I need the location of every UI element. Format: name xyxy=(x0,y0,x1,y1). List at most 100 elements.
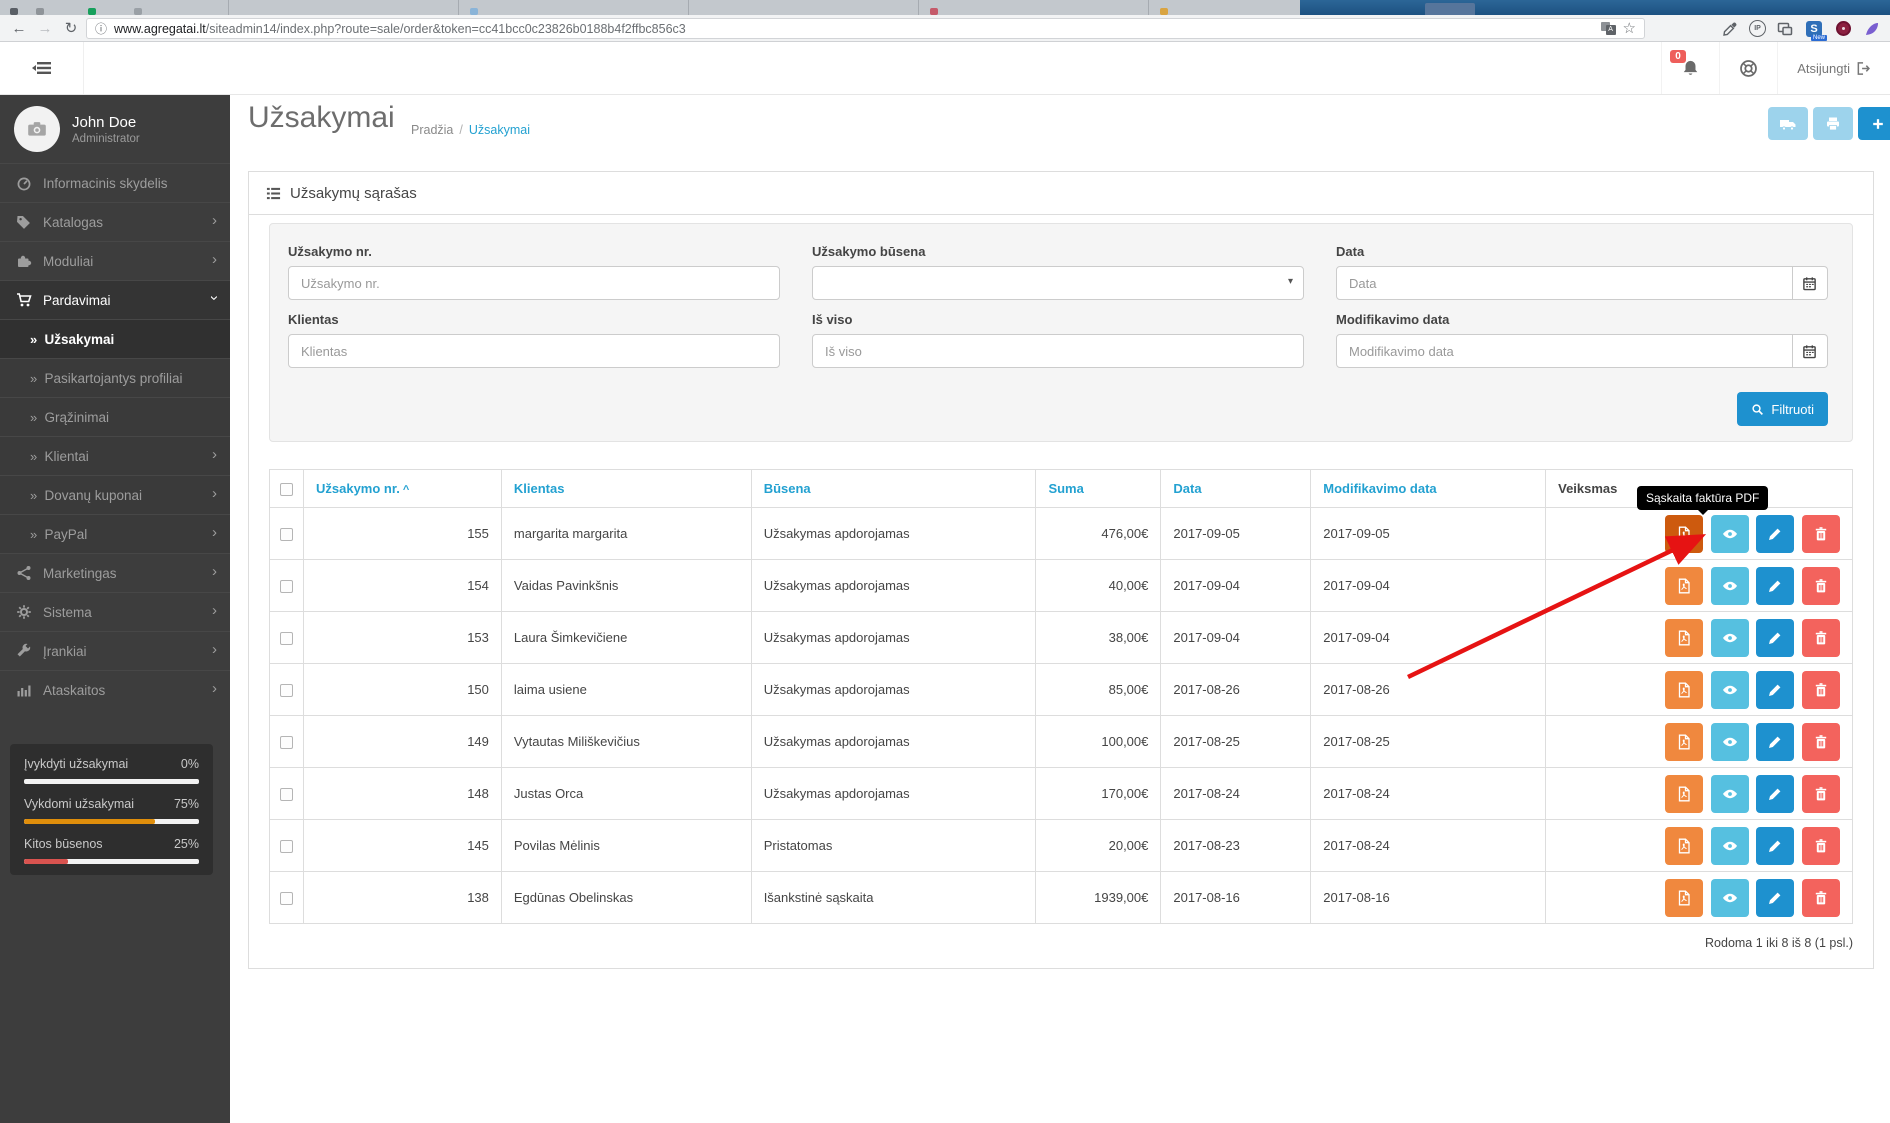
row-checkbox[interactable] xyxy=(280,892,293,906)
view-order-button[interactable] xyxy=(1710,826,1749,865)
notifications-button[interactable]: 0 xyxy=(1661,42,1719,94)
row-checkbox[interactable] xyxy=(280,684,293,698)
date-calendar-button[interactable] xyxy=(1792,266,1828,300)
view-order-button[interactable] xyxy=(1710,566,1749,605)
edit-order-button[interactable] xyxy=(1756,878,1795,917)
sidebar-toggle-button[interactable] xyxy=(0,42,84,94)
logout-button[interactable]: Atsijungti xyxy=(1777,42,1890,94)
sidebar-item[interactable]: Įrankiai › xyxy=(0,631,230,670)
total-input[interactable] xyxy=(812,334,1304,368)
breadcrumb-current[interactable]: Užsakymai xyxy=(469,123,530,137)
avatar[interactable] xyxy=(14,106,60,152)
view-order-button[interactable] xyxy=(1710,670,1749,709)
browser-tab-strip[interactable] xyxy=(0,0,1890,15)
customer-input[interactable] xyxy=(288,334,780,368)
feather-extension-icon[interactable] xyxy=(1862,19,1882,39)
sort-date-added[interactable]: Data xyxy=(1173,481,1201,496)
row-checkbox[interactable] xyxy=(280,840,293,854)
sidebar-item[interactable]: Grąžinimai xyxy=(0,397,230,436)
ip-extension-icon[interactable]: IP xyxy=(1749,20,1766,37)
order-id-input[interactable] xyxy=(288,266,780,300)
forward-button[interactable]: → xyxy=(34,16,56,41)
table-row[interactable]: 155 margarita margarita Užsakymas apdoro… xyxy=(269,507,1853,560)
table-row[interactable]: 150 laima usiene Užsakymas apdorojamas 8… xyxy=(269,663,1853,716)
invoice-pdf-button[interactable] xyxy=(1665,774,1704,813)
sort-status[interactable]: Būsena xyxy=(764,481,811,496)
sidebar-item[interactable]: Sistema › xyxy=(0,592,230,631)
table-row[interactable]: 148 Justas Orca Užsakymas apdorojamas 17… xyxy=(269,767,1853,820)
sidebar-item[interactable]: Ataskaitos › xyxy=(0,670,230,709)
table-row[interactable]: 149 Vytautas Miliškevičius Užsakymas apd… xyxy=(269,715,1853,768)
view-order-button[interactable] xyxy=(1710,774,1749,813)
delete-order-button[interactable] xyxy=(1802,722,1840,761)
edit-order-button[interactable] xyxy=(1756,618,1795,657)
delete-order-button[interactable] xyxy=(1802,566,1840,605)
delete-order-button[interactable] xyxy=(1802,826,1840,865)
sort-date-modified[interactable]: Modifikavimo data xyxy=(1323,481,1436,496)
sidebar-item[interactable]: Informacinis skydelis xyxy=(0,163,230,202)
shutter-extension-icon[interactable] xyxy=(1833,19,1853,39)
sidebar-item[interactable]: Klientai › xyxy=(0,436,230,475)
sidebar-item[interactable]: Moduliai › xyxy=(0,241,230,280)
back-button[interactable]: ← xyxy=(8,16,30,41)
view-order-button[interactable] xyxy=(1710,618,1749,657)
edit-order-button[interactable] xyxy=(1756,774,1795,813)
support-button[interactable] xyxy=(1719,42,1777,94)
table-row[interactable]: 138 Egdūnas Obelinskas Išankstinė sąskai… xyxy=(269,871,1853,924)
edit-order-button[interactable] xyxy=(1756,826,1795,865)
table-row[interactable]: 145 Povilas Mėlinis Pristatomas 20,00€ 2… xyxy=(269,819,1853,872)
page-info-icon[interactable]: ⓘ xyxy=(95,20,107,37)
invoice-pdf-button[interactable] xyxy=(1665,618,1704,657)
sidebar-item[interactable]: Pasikartojantys profiliai xyxy=(0,358,230,397)
bookmark-star-icon[interactable]: ☆ xyxy=(1623,21,1636,36)
sort-order-id[interactable]: Užsakymo nr. xyxy=(316,481,400,496)
invoice-pdf-button[interactable] xyxy=(1665,566,1704,605)
date-modified-calendar-button[interactable] xyxy=(1792,334,1828,368)
row-checkbox[interactable] xyxy=(280,736,293,750)
delete-order-button[interactable] xyxy=(1802,878,1840,917)
edit-order-button[interactable] xyxy=(1756,722,1795,761)
date-input[interactable] xyxy=(1336,266,1793,300)
view-order-button[interactable] xyxy=(1710,878,1749,917)
sidebar-item[interactable]: Užsakymai xyxy=(0,319,230,358)
breadcrumb-home[interactable]: Pradžia xyxy=(411,123,453,137)
invoice-pdf-button[interactable] xyxy=(1665,826,1704,865)
date-modified-input[interactable] xyxy=(1336,334,1793,368)
delete-order-button[interactable] xyxy=(1802,514,1840,553)
table-row[interactable]: 154 Vaidas Pavinkšnis Užsakymas apdoroja… xyxy=(269,559,1853,612)
row-checkbox[interactable] xyxy=(280,632,293,646)
s-extension-icon[interactable]: S New xyxy=(1804,19,1827,41)
filter-button[interactable]: Filtruoti xyxy=(1737,392,1828,426)
sidebar-item[interactable]: Dovanų kuponai › xyxy=(0,475,230,514)
table-row[interactable]: 153 Laura Šimkevičiene Užsakymas apdoroj… xyxy=(269,611,1853,664)
invoice-pdf-button[interactable] xyxy=(1665,878,1704,917)
reload-button[interactable]: ↻ xyxy=(60,16,82,41)
sidebar-item[interactable]: Pardavimai › xyxy=(0,280,230,319)
sort-customer[interactable]: Klientas xyxy=(514,481,565,496)
order-status-select[interactable]: ▾ xyxy=(812,266,1304,300)
sort-total[interactable]: Suma xyxy=(1048,481,1083,496)
invoice-pdf-button[interactable] xyxy=(1665,722,1704,761)
eyedropper-extension-icon[interactable] xyxy=(1720,19,1740,39)
edit-order-button[interactable] xyxy=(1756,670,1795,709)
invoice-print-button[interactable] xyxy=(1813,107,1853,140)
invoice-pdf-button[interactable] xyxy=(1665,670,1704,709)
edit-order-button[interactable] xyxy=(1756,514,1795,553)
delete-order-button[interactable] xyxy=(1802,774,1840,813)
select-all-checkbox[interactable] xyxy=(280,483,293,497)
view-order-button[interactable] xyxy=(1710,514,1749,553)
sidebar-item[interactable]: Marketingas › xyxy=(0,553,230,592)
sidebar-item[interactable]: PayPal › xyxy=(0,514,230,553)
translate-icon[interactable]: A xyxy=(1600,22,1616,35)
row-checkbox[interactable] xyxy=(280,580,293,594)
edit-order-button[interactable] xyxy=(1756,566,1795,605)
cast-extension-icon[interactable] xyxy=(1775,19,1795,39)
address-bar[interactable]: ⓘ www.agregatai.lt/siteadmin14/index.php… xyxy=(86,18,1645,39)
row-checkbox[interactable] xyxy=(280,788,293,802)
sidebar-item[interactable]: Katalogas › xyxy=(0,202,230,241)
view-order-button[interactable] xyxy=(1710,722,1749,761)
delete-order-button[interactable] xyxy=(1802,618,1840,657)
invoice-pdf-button[interactable] xyxy=(1665,514,1704,553)
add-order-button[interactable] xyxy=(1858,107,1890,140)
row-checkbox[interactable] xyxy=(280,528,293,542)
